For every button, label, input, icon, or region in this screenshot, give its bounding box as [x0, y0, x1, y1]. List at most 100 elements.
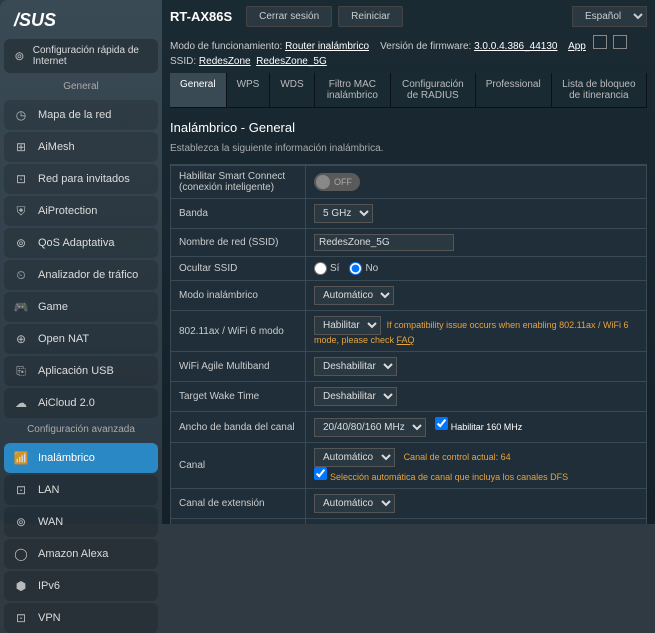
ssid-label: SSID: — [170, 56, 196, 67]
auth-label: Método de autenticación — [171, 519, 306, 525]
ssid-input[interactable] — [314, 234, 454, 251]
hide-ssid-label: Ocultar SSID — [171, 257, 306, 281]
sidebar-item-vpn[interactable]: ⊡ VPN — [4, 603, 158, 633]
nav-icon: ⊡ — [12, 170, 30, 188]
nav-label: QoS Adaptativa — [38, 237, 114, 249]
nav-icon: ☁ — [12, 394, 30, 412]
nav-label: Game — [38, 301, 68, 313]
nav-icon: ⎘ — [12, 362, 30, 380]
bw-select[interactable]: 20/40/80/160 MHz — [314, 418, 426, 437]
section-general: General — [4, 77, 158, 98]
ax-select[interactable]: Habilitar — [314, 316, 381, 335]
sidebar-item-aplicación-usb[interactable]: ⎘ Aplicación USB — [4, 356, 158, 386]
nav-label: WAN — [38, 516, 63, 528]
sidebar-item-aiprotection[interactable]: ⛨ AiProtection — [4, 196, 158, 226]
mode-label: Modo de funcionamiento: — [170, 41, 282, 52]
ssid-24-link[interactable]: RedesZone — [199, 56, 251, 67]
faq-link[interactable]: FAQ — [397, 335, 415, 345]
tab-filtro-mac-inalámbrico[interactable]: Filtro MAC inalámbrico — [315, 73, 391, 107]
language-select[interactable]: Español — [572, 6, 647, 27]
twt-label: Target Wake Time — [171, 382, 306, 412]
sidebar-item-mapa-de-la-red[interactable]: ◷ Mapa de la red — [4, 100, 158, 130]
sidebar-item-ipv6[interactable]: ⬢IPv6 — [4, 571, 158, 601]
model-name: RT-AX86S — [170, 9, 232, 24]
nav-icon: 📶 — [12, 449, 30, 467]
fw-link[interactable]: 3.0.0.4.386_44130 — [474, 41, 557, 52]
nav-icon: ⊕ — [12, 330, 30, 348]
mode-select[interactable]: Automático — [314, 286, 394, 305]
globe-icon: ⊚ — [12, 47, 27, 65]
nav-label: Amazon Alexa — [38, 548, 108, 560]
ssid-5-link[interactable]: RedesZone_5G — [256, 56, 327, 67]
logout-button[interactable]: Cerrar sesión — [246, 6, 332, 27]
sidebar-item-qos-adaptativa[interactable]: ⊚QoS Adaptativa — [4, 228, 158, 258]
section-advanced: Configuración avanzada — [4, 420, 158, 441]
quick-setup-label: Configuración rápida de Internet — [33, 45, 150, 67]
tab-configuración-de-radius[interactable]: Configuración de RADIUS — [391, 73, 476, 107]
bw-160-checkbox[interactable] — [435, 417, 448, 430]
tab-professional[interactable]: Professional — [476, 73, 552, 107]
notif-icon[interactable] — [613, 35, 627, 49]
nav-icon: ⊡ — [12, 481, 30, 499]
sidebar-item-red-para-invitados[interactable]: ⊡ Red para invitados — [4, 164, 158, 194]
sidebar-item-lan[interactable]: ⊡ LAN — [4, 475, 158, 505]
ax-label: 802.11ax / WiFi 6 modo — [171, 311, 306, 352]
ssid-field-label: Nombre de red (SSID) — [171, 229, 306, 257]
chan-current: Canal de control actual: 64 — [404, 452, 511, 462]
band-select[interactable]: 5 GHz — [314, 204, 373, 223]
chan-label: Canal — [171, 443, 306, 489]
sidebar-item-amazon-alexa[interactable]: ◯ Amazon Alexa — [4, 539, 158, 569]
sidebar-item-analizador-de-tráfico[interactable]: ⏲ Analizador de tráfico — [4, 260, 158, 290]
bw-160-label: Habilitar 160 MHz — [451, 422, 523, 432]
page-subtitle: Establezca la siguiente información inal… — [170, 143, 647, 165]
tab-lista-de-bloqueo-de-itinerancia[interactable]: Lista de bloqueo de itinerancia — [552, 73, 647, 107]
nav-label: LAN — [38, 484, 59, 496]
hide-no-radio[interactable]: No — [349, 262, 378, 275]
twt-select[interactable]: Deshabilitar — [314, 387, 397, 406]
nav-label: Analizador de tráfico — [38, 269, 138, 281]
sidebar-item-open-nat[interactable]: ⊕ Open NAT — [4, 324, 158, 354]
mode-link[interactable]: Router inalámbrico — [285, 41, 369, 52]
app-link[interactable]: App — [568, 41, 586, 52]
sidebar-item-game[interactable]: 🎮Game — [4, 292, 158, 322]
hide-yes-radio[interactable]: Sí — [314, 262, 339, 275]
smart-connect-label: Habilitar Smart Connect (conexión inteli… — [171, 166, 306, 199]
smart-connect-toggle[interactable]: OFF — [314, 173, 360, 191]
nav-label: Aplicación USB — [38, 365, 114, 377]
nav-icon: ⊞ — [12, 138, 30, 156]
agile-label: WiFi Agile Multiband — [171, 352, 306, 382]
nav-label: Mapa de la red — [38, 109, 111, 121]
sidebar-item-wan[interactable]: ⊚ WAN — [4, 507, 158, 537]
quick-setup-link[interactable]: ⊚ Configuración rápida de Internet — [4, 39, 158, 73]
nav-label: AiProtection — [38, 205, 97, 217]
sidebar-item-aicloud-2.0[interactable]: ☁AiCloud 2.0 — [4, 388, 158, 418]
nav-label: IPv6 — [38, 580, 60, 592]
app-icon[interactable] — [593, 35, 607, 49]
brand-logo: /SUS — [4, 4, 158, 35]
reboot-button[interactable]: Reiniciar — [338, 6, 403, 27]
agile-select[interactable]: Deshabilitar — [314, 357, 397, 376]
mode-field-label: Modo inalámbrico — [171, 281, 306, 311]
nav-icon: ◯ — [12, 545, 30, 563]
nav-icon: ⏲ — [12, 266, 30, 284]
chan-select[interactable]: Automático — [314, 448, 395, 467]
band-label: Banda — [171, 199, 306, 229]
sidebar-item-aimesh[interactable]: ⊞ AiMesh — [4, 132, 158, 162]
tab-general[interactable]: General — [170, 73, 227, 107]
bw-label: Ancho de banda del canal — [171, 412, 306, 443]
nav-label: Open NAT — [38, 333, 89, 345]
nav-label: Red para invitados — [38, 173, 130, 185]
nav-icon: ⊡ — [12, 609, 30, 627]
ext-label: Canal de extensión — [171, 489, 306, 519]
sidebar-item-inalámbrico[interactable]: 📶Inalámbrico — [4, 443, 158, 473]
nav-icon: ◷ — [12, 106, 30, 124]
ext-select[interactable]: Automático — [314, 494, 395, 513]
dfs-label: Selección automática de canal que incluy… — [330, 472, 568, 482]
nav-label: VPN — [38, 612, 61, 624]
dfs-checkbox[interactable] — [314, 467, 327, 480]
tab-wds[interactable]: WDS — [270, 73, 314, 107]
nav-icon: ⛨ — [12, 202, 30, 220]
nav-label: AiMesh — [38, 141, 75, 153]
nav-icon: ⊚ — [12, 513, 30, 531]
tab-wps[interactable]: WPS — [227, 73, 271, 107]
